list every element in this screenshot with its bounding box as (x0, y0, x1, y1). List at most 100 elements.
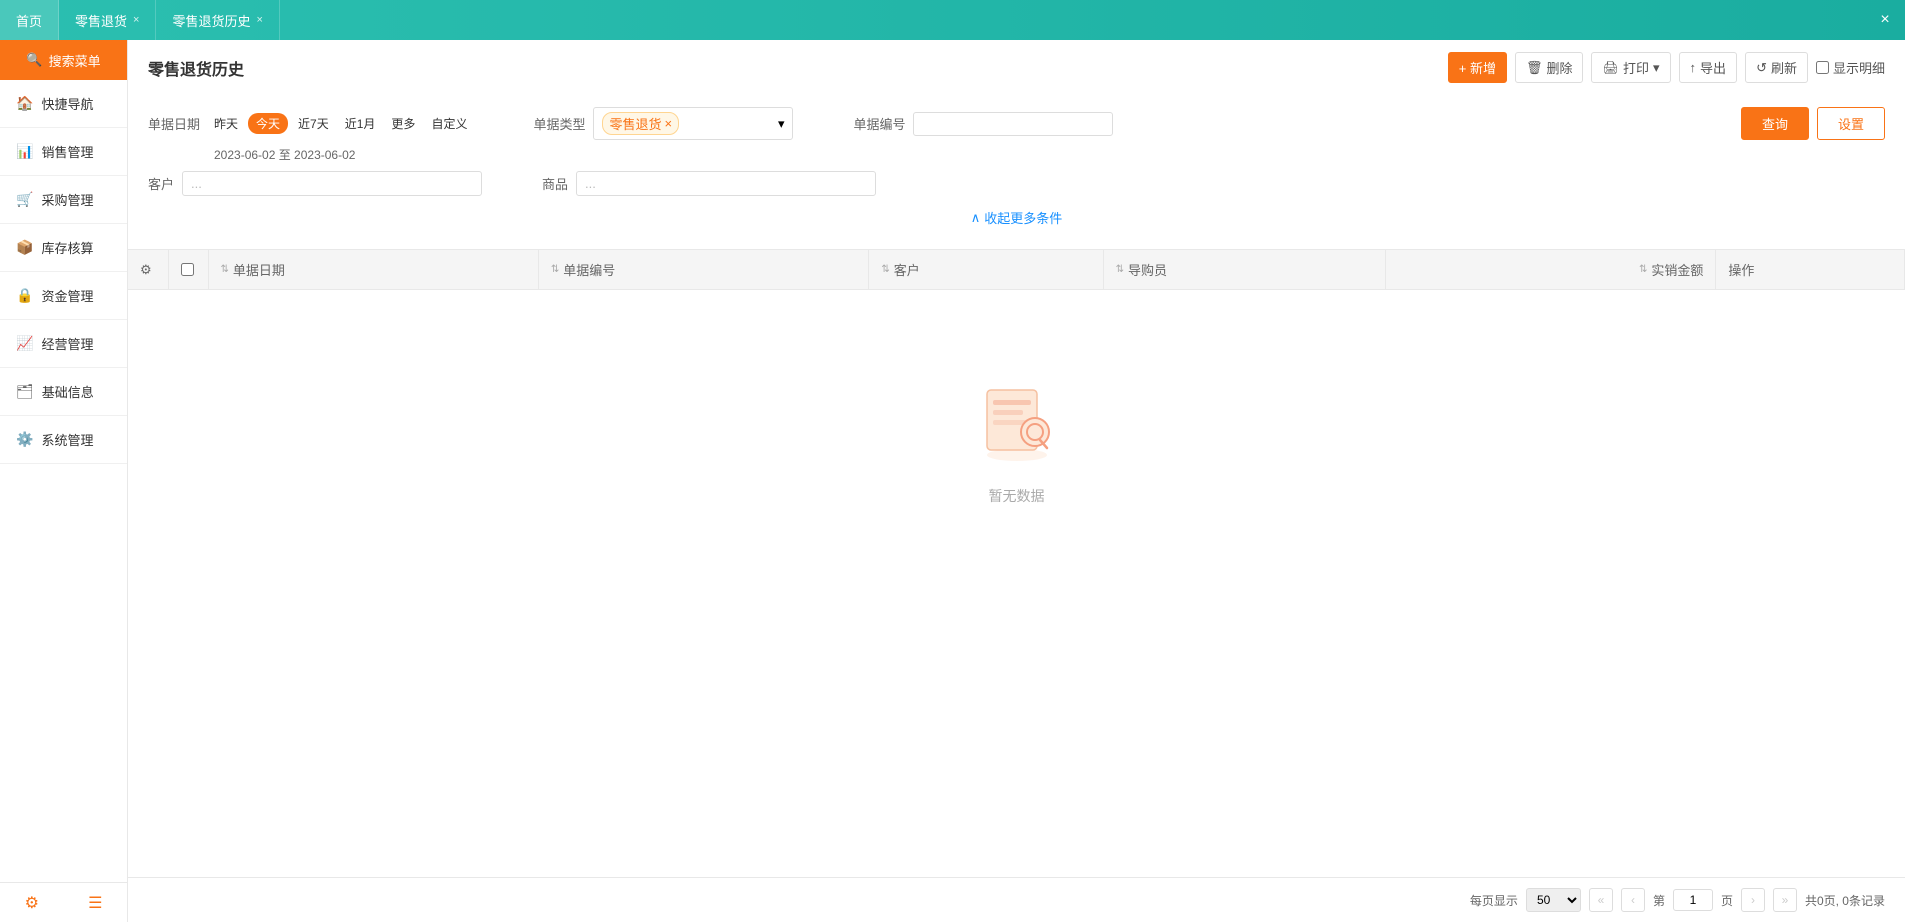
top-bar: 首页 零售退货 × 零售退货历史 × × (0, 0, 1905, 40)
query-button[interactable]: 查询 (1741, 107, 1809, 140)
col-number-label: 单据编号 (563, 260, 615, 279)
tab-home-label: 首页 (16, 11, 42, 30)
sidebar-item-operation[interactable]: 📈 经营管理 (0, 320, 127, 368)
sidebar-menu-button[interactable]: ☰ (64, 883, 128, 922)
sidebar-item-basic-info[interactable]: 🗂 基础信息 (0, 368, 127, 416)
content-area: 零售退货历史 + 新增 🗑 删除 🖨 打印 ▾ ↑ (128, 40, 1905, 922)
sidebar-item-purchase[interactable]: 🛒 采购管理 (0, 176, 127, 224)
refresh-button[interactable]: ↺ 刷新 (1745, 52, 1808, 83)
tab-home[interactable]: 首页 (0, 0, 59, 40)
setting-button-label: 设置 (1838, 114, 1864, 133)
tab-retail-return-history-close[interactable]: × (256, 14, 262, 26)
page-size-select[interactable]: 50 10 20 100 (1526, 888, 1581, 912)
sidebar-item-operation-label: 经营管理 (41, 334, 93, 353)
date-option-custom[interactable]: 自定义 (425, 113, 473, 134)
prev-page-button[interactable]: ‹ (1621, 888, 1645, 912)
inventory-icon: 📦 (16, 239, 33, 256)
tab-retail-return[interactable]: 零售退货 × (59, 0, 156, 40)
date-option-today[interactable]: 今天 (248, 113, 288, 134)
sidebar-bottom: ⚙ ☰ (0, 882, 127, 922)
table-header-row: ⚙ ⇅ 单据日期 (128, 250, 1905, 290)
customer-placeholder: ... (191, 176, 202, 191)
sidebar-item-sales[interactable]: 📊 销售管理 (0, 128, 127, 176)
date-range-display: 2023-06-02 至 2023-06-02 (214, 146, 355, 163)
finance-icon: 🔒 (16, 287, 33, 304)
col-customer-label: 客户 (894, 260, 920, 279)
refresh-button-label: 刷新 (1771, 58, 1797, 77)
customer-filter-group: 客户 ... (148, 171, 482, 196)
sidebar-item-system[interactable]: ⚙️ 系统管理 (0, 416, 127, 464)
sidebar-item-sales-label: 销售管理 (41, 142, 93, 161)
setting-button[interactable]: 设置 (1817, 107, 1885, 140)
date-option-yesterday[interactable]: 昨天 (208, 113, 244, 134)
sidebar-search-button[interactable]: 🔍 搜索菜单 (0, 40, 127, 80)
sidebar-item-basic-info-label: 基础信息 (42, 382, 94, 401)
collapse-row: ∧ 收起更多条件 (148, 200, 1885, 239)
sidebar-settings-button[interactable]: ⚙ (0, 883, 64, 922)
col-guide-sort-icon[interactable]: ⇅ (1116, 264, 1124, 275)
new-button[interactable]: + 新增 (1448, 52, 1507, 83)
customer-filter-input[interactable]: ... (182, 171, 482, 196)
date-option-month[interactable]: 近1月 (339, 113, 382, 134)
collapse-icon: ∧ (971, 210, 981, 226)
collapse-button[interactable]: ∧ 收起更多条件 (963, 204, 1071, 231)
type-filter-group: 单据类型 零售退货 × ▾ (533, 107, 793, 140)
tab-list: 首页 零售退货 × 零售退货历史 × (0, 0, 1865, 40)
show-detail-checkbox[interactable] (1816, 61, 1829, 74)
number-filter-group: 单据编号 (853, 112, 1113, 136)
col-amount-sort-icon[interactable]: ⇅ (1639, 264, 1647, 275)
window-close-button[interactable]: × (1865, 0, 1905, 40)
print-button-label: 打印 (1623, 58, 1649, 77)
select-all-checkbox[interactable] (181, 263, 194, 276)
table-settings-icon[interactable]: ⚙ (140, 262, 152, 278)
system-icon: ⚙️ (16, 431, 33, 448)
first-page-button[interactable]: « (1589, 888, 1613, 912)
table-container: ⚙ ⇅ 单据日期 (128, 250, 1905, 877)
show-detail-checkbox-label[interactable]: 显示明细 (1816, 58, 1885, 77)
page-number-input[interactable] (1673, 889, 1713, 911)
total-info: 共0页, 0条记录 (1805, 892, 1885, 909)
quick-nav-icon: 🏠 (16, 95, 33, 112)
sidebar-item-inventory[interactable]: 📦 库存核算 (0, 224, 127, 272)
page-title: 零售退货历史 (148, 56, 244, 80)
filter-area: 单据日期 昨天 今天 近7天 近1月 更多 自定义 单据类型 (148, 93, 1885, 249)
date-filter-group: 单据日期 昨天 今天 近7天 近1月 更多 自定义 (148, 113, 473, 134)
refresh-icon: ↺ (1756, 60, 1767, 76)
print-button[interactable]: 🖨 打印 ▾ (1591, 52, 1670, 83)
number-filter-input[interactable] (913, 112, 1113, 136)
sidebar-item-finance-label: 资金管理 (41, 286, 93, 305)
col-customer-sort-icon[interactable]: ⇅ (881, 264, 889, 275)
type-filter-value: 零售退货 (609, 114, 661, 133)
tab-retail-return-history[interactable]: 零售退货历史 × (156, 0, 279, 40)
sidebar-item-finance[interactable]: 🔒 资金管理 (0, 272, 127, 320)
empty-text: 暂无数据 (989, 486, 1045, 506)
export-button-label: 导出 (1700, 58, 1726, 77)
col-number: ⇅ 单据编号 (538, 250, 868, 290)
date-options: 昨天 今天 近7天 近1月 更多 自定义 (208, 113, 473, 134)
type-filter-select[interactable]: 零售退货 × ▾ (593, 107, 793, 140)
purchase-icon: 🛒 (16, 191, 33, 208)
type-filter-tag-close[interactable]: × (664, 116, 672, 131)
product-filter-label: 商品 (542, 174, 568, 193)
col-date-sort-icon[interactable]: ⇅ (221, 264, 229, 275)
product-filter-input[interactable]: ... (576, 171, 876, 196)
col-checkbox (168, 250, 208, 290)
page-prefix: 第 (1653, 892, 1665, 909)
last-page-button[interactable]: » (1773, 888, 1797, 912)
export-button[interactable]: ↑ 导出 (1679, 52, 1738, 83)
tab-retail-return-close[interactable]: × (133, 14, 139, 26)
filter-row-1: 单据日期 昨天 今天 近7天 近1月 更多 自定义 单据类型 (148, 103, 1885, 144)
next-page-button[interactable]: › (1741, 888, 1765, 912)
delete-button[interactable]: 🗑 删除 (1515, 52, 1584, 83)
page-title-row: 零售退货历史 + 新增 🗑 删除 🖨 打印 ▾ ↑ (148, 52, 1885, 93)
tab-retail-return-history-label: 零售退货历史 (172, 11, 250, 30)
date-option-more[interactable]: 更多 (385, 113, 421, 134)
sidebar-item-quick-nav[interactable]: 🏠 快捷导航 (0, 80, 127, 128)
sales-icon: 📊 (16, 143, 33, 160)
type-filter-dropdown-icon: ▾ (778, 116, 785, 132)
export-icon: ↑ (1690, 60, 1697, 75)
page-size-label: 每页显示 (1470, 892, 1518, 909)
date-option-week[interactable]: 近7天 (292, 113, 335, 134)
sidebar-menu: 🏠 快捷导航 📊 销售管理 🛒 采购管理 📦 库存核算 🔒 资金管理 📈 (0, 80, 127, 882)
col-number-sort-icon[interactable]: ⇅ (551, 264, 559, 275)
